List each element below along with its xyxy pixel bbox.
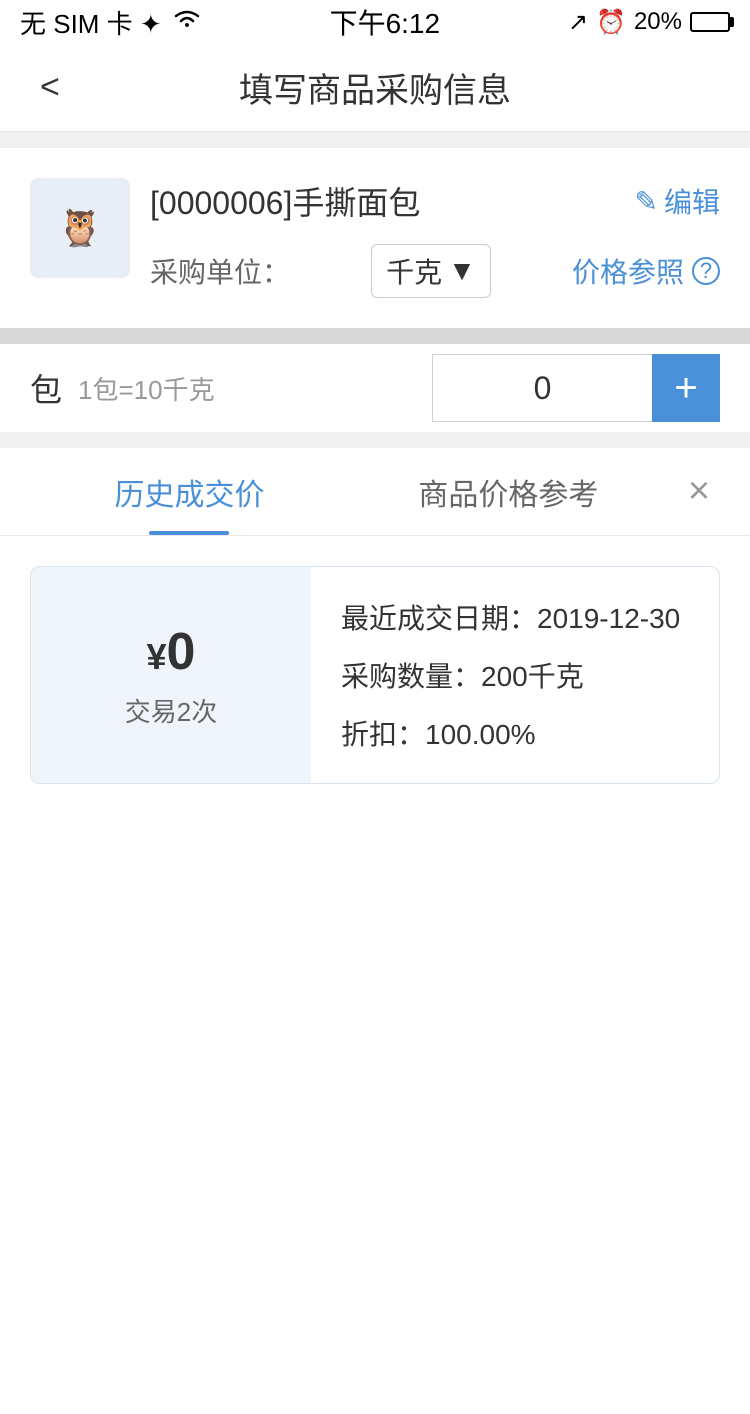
- quantity-row: 包 1包=10千克 +: [0, 344, 750, 432]
- tab-panel: 历史成交价 商品价格参考 × ¥0 交易2次 最近成交日期：2019-12-30…: [0, 448, 750, 814]
- edit-label: 编辑: [664, 181, 720, 221]
- tab-product-price-ref[interactable]: 商品价格参考: [349, 448, 668, 535]
- product-thumb-icon: 🦉: [58, 207, 103, 249]
- edit-icon: ✎: [635, 185, 658, 218]
- product-name-row: [0000006]手撕面包 ✎ 编辑: [150, 178, 720, 224]
- battery-percent: 20%: [634, 8, 682, 36]
- recent-date-value: 2019-12-30: [537, 603, 680, 634]
- history-price: ¥0: [147, 622, 196, 682]
- gray-divider: [0, 328, 750, 344]
- wifi-icon: [172, 7, 202, 38]
- qty-conversion: 1包=10千克: [78, 370, 215, 407]
- price-ref-button[interactable]: 价格参照 ?: [572, 251, 720, 291]
- no-sim-text: 无 SIM 卡 ✦: [20, 4, 162, 41]
- product-unit-row: 采购单位： 千克 ▼ 价格参照 ?: [150, 244, 720, 298]
- unit-select[interactable]: 千克 ▼: [371, 244, 491, 298]
- discount-line: 折扣：100.00%: [341, 713, 689, 753]
- rest-area: [0, 814, 750, 1414]
- info-icon: ?: [692, 257, 720, 285]
- unit-value: 千克: [386, 251, 442, 291]
- history-count: 交易2次: [125, 692, 217, 729]
- tab-history-price[interactable]: 历史成交价: [30, 448, 349, 535]
- qty-input[interactable]: [432, 354, 652, 422]
- history-price-section: ¥0 交易2次: [31, 567, 311, 783]
- qty-input-area: +: [432, 354, 720, 422]
- battery-icon: [690, 12, 730, 32]
- discount-label: 折扣：: [341, 719, 425, 750]
- tab-header: 历史成交价 商品价格参考 ×: [0, 448, 750, 536]
- qty-plus-button[interactable]: +: [652, 354, 720, 422]
- back-button[interactable]: <: [30, 58, 70, 117]
- price-ref-label: 价格参照: [572, 251, 684, 291]
- currency-symbol: ¥: [147, 636, 167, 677]
- dropdown-icon: ▼: [448, 255, 476, 287]
- recent-date-label: 最近成交日期：: [341, 603, 537, 634]
- product-card: 🦉 [0000006]手撕面包 ✎ 编辑 采购单位： 千克 ▼ 价格参照 ?: [0, 148, 750, 328]
- alarm-icon: ⏰: [596, 8, 626, 37]
- purchase-qty-line: 采购数量：200千克: [341, 655, 689, 695]
- discount-value: 100.00%: [425, 719, 536, 750]
- tab-underline: [149, 531, 229, 535]
- product-info: [0000006]手撕面包 ✎ 编辑 采购单位： 千克 ▼ 价格参照 ?: [150, 178, 720, 298]
- history-card: ¥0 交易2次 最近成交日期：2019-12-30 采购数量：200千克 折扣：…: [30, 566, 720, 784]
- tab-content: ¥0 交易2次 最近成交日期：2019-12-30 采购数量：200千克 折扣：…: [0, 536, 750, 814]
- recent-date-line: 最近成交日期：2019-12-30: [341, 597, 689, 637]
- tab-close-button[interactable]: ×: [678, 460, 720, 523]
- tab-product-label: 商品价格参考: [418, 470, 598, 514]
- status-right: ↗ ⏰ 20%: [568, 8, 730, 37]
- header: < 填写商品采购信息: [0, 44, 750, 132]
- status-time: 下午6:12: [330, 2, 441, 42]
- purchase-qty-label: 采购数量：: [341, 661, 481, 692]
- history-details: 最近成交日期：2019-12-30 采购数量：200千克 折扣：100.00%: [311, 567, 719, 783]
- status-left: 无 SIM 卡 ✦: [20, 4, 202, 41]
- price-value: 0: [167, 623, 196, 681]
- product-thumbnail: 🦉: [30, 178, 130, 278]
- location-icon: ↗: [568, 8, 588, 37]
- product-top-row: 🦉 [0000006]手撕面包 ✎ 编辑 采购单位： 千克 ▼ 价格参照 ?: [30, 178, 720, 298]
- unit-label: 采购单位：: [150, 251, 290, 291]
- product-name: [0000006]手撕面包: [150, 178, 420, 224]
- edit-button[interactable]: ✎ 编辑: [635, 181, 720, 221]
- qty-unit-label: 包: [30, 365, 62, 411]
- page-title: 填写商品采购信息: [239, 63, 511, 112]
- purchase-qty-value: 200千克: [481, 661, 584, 692]
- tab-history-label: 历史成交价: [114, 470, 264, 514]
- status-bar: 无 SIM 卡 ✦ 下午6:12 ↗ ⏰ 20%: [0, 0, 750, 44]
